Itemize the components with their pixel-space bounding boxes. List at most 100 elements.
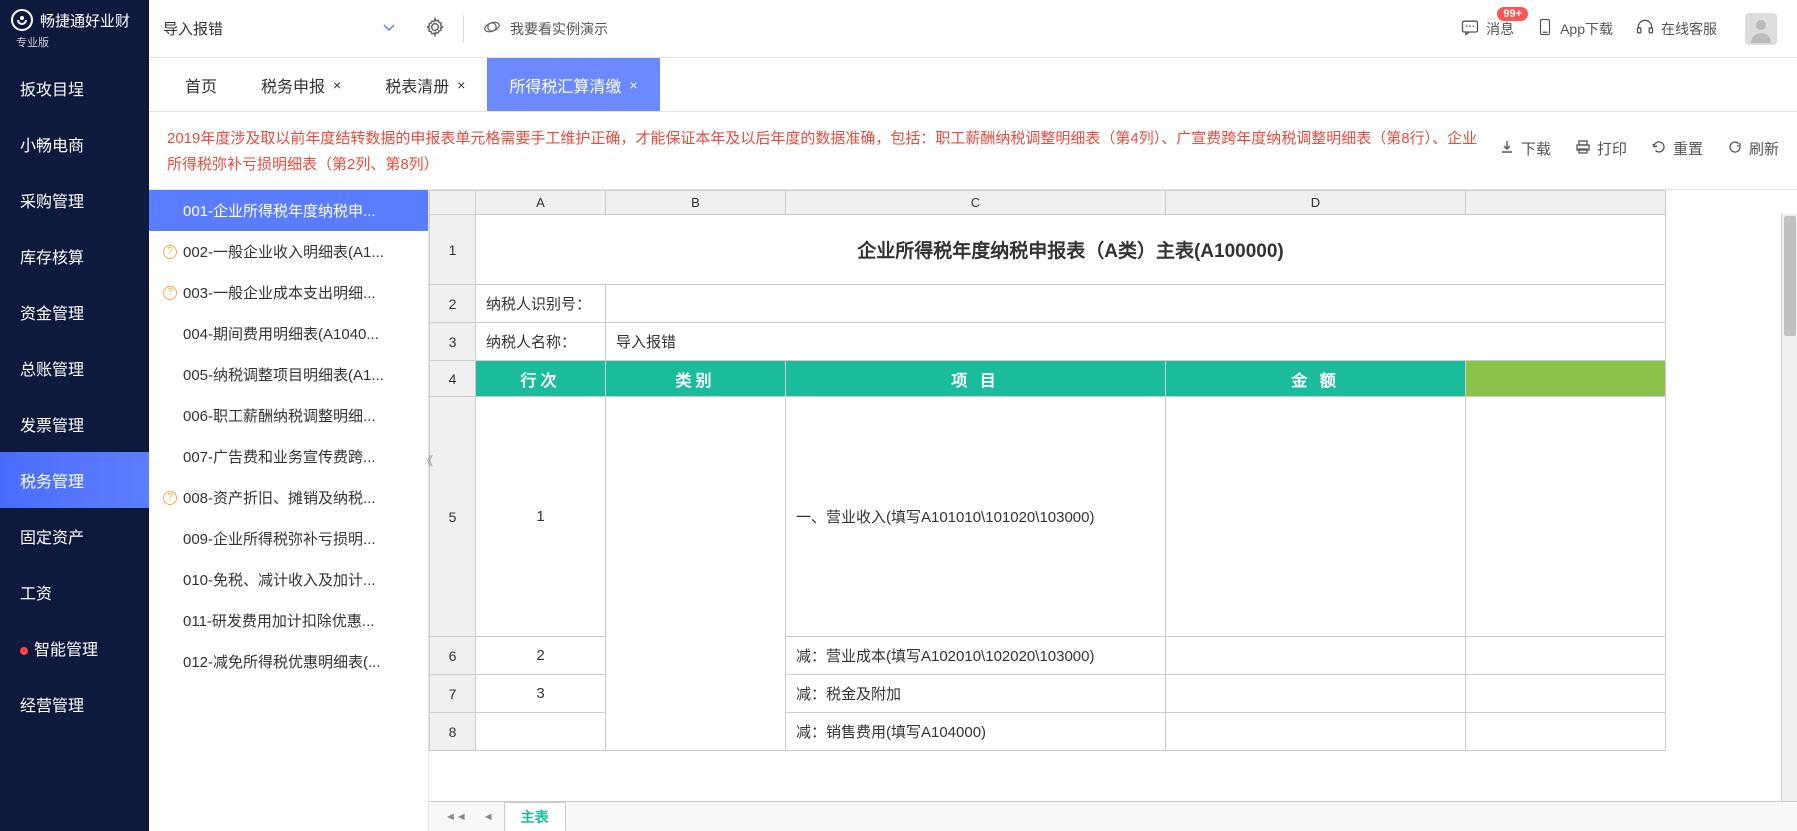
edition-label: 专业版 xyxy=(0,34,149,60)
cell-line-5[interactable]: 1 xyxy=(476,397,606,637)
table-header-extra[interactable] xyxy=(1466,361,1666,397)
form-list-item-7[interactable]: ?008-资产折旧、摊销及纳税... xyxy=(149,477,428,518)
sheet-title-cell[interactable]: 企业所得税年度纳税申报表（A类）主表(A100000) xyxy=(476,215,1666,285)
sidebar-item-4[interactable]: 资金管理 xyxy=(0,284,149,340)
table-header-category[interactable]: 类别 xyxy=(606,361,786,397)
form-list-item-8[interactable]: 009-企业所得税弥补亏损明... xyxy=(149,518,428,559)
form-list-item-label: 006-职工薪酬纳税调整明细... xyxy=(183,405,376,426)
table-header-item[interactable]: 项 目 xyxy=(786,361,1166,397)
cell-amount-7[interactable] xyxy=(1166,675,1466,713)
sheet-grid[interactable]: ABCD1企业所得税年度纳税申报表（A类）主表(A100000)2纳税人识别号：… xyxy=(429,190,1797,801)
cell-amount-5[interactable] xyxy=(1166,397,1466,637)
cell-taxpayer-id-label[interactable]: 纳税人识别号： xyxy=(476,285,606,323)
form-list-item-3[interactable]: 004-期间费用明细表(A1040... xyxy=(149,313,428,354)
cell-taxpayer-name-value[interactable]: 导入报错 xyxy=(606,323,1666,361)
app-download-button[interactable]: App下载 xyxy=(1536,17,1613,40)
sheet-tab-main[interactable]: 主表 xyxy=(504,802,566,831)
cell-item-8[interactable]: 减：销售费用(填写A104000) xyxy=(786,713,1166,751)
close-icon[interactable]: × xyxy=(629,77,637,93)
form-list-item-0[interactable]: 001-企业所得税年度纳税申... xyxy=(149,190,428,231)
cell-line-6[interactable]: 2 xyxy=(476,637,606,675)
row-head-5[interactable]: 5 xyxy=(430,397,476,637)
cell-item-6[interactable]: 减：营业成本(填写A102010\102020\103000) xyxy=(786,637,1166,675)
tab-3[interactable]: 所得税汇算清缴× xyxy=(487,58,659,111)
cell-amount-6[interactable] xyxy=(1166,637,1466,675)
grid-corner[interactable] xyxy=(430,191,476,215)
sidebar-item-10[interactable]: 智能管理 xyxy=(0,620,149,676)
form-list-item-6[interactable]: 007-广告费和业务宣传费跨... xyxy=(149,436,428,477)
form-list-item-11[interactable]: 012-减免所得税优惠明细表(... xyxy=(149,641,428,682)
row-head-4[interactable]: 4 xyxy=(430,361,476,397)
sidebar-item-1[interactable]: 小畅电商 xyxy=(0,116,149,172)
row-head-1[interactable]: 1 xyxy=(430,215,476,285)
top-actions: 消息 99+ App下载 在线客服 xyxy=(1460,13,1777,45)
sidebar-item-8[interactable]: 固定资产 xyxy=(0,508,149,564)
avatar[interactable] xyxy=(1745,13,1777,45)
close-icon[interactable]: × xyxy=(333,77,341,93)
sidebar-item-9[interactable]: 工资 xyxy=(0,564,149,620)
col-head-A[interactable]: A xyxy=(476,191,606,215)
reset-button[interactable]: 重置 xyxy=(1651,138,1703,159)
form-list-item-9[interactable]: 010-免税、减计收入及加计... xyxy=(149,559,428,600)
cell-amount-8[interactable] xyxy=(1166,713,1466,751)
chevron-down-icon[interactable] xyxy=(381,19,397,38)
support-button[interactable]: 在线客服 xyxy=(1635,17,1717,40)
sheet-nav-prev-icon[interactable]: ◄ xyxy=(477,809,500,825)
form-list-item-10[interactable]: 011-研发费用加计扣除优惠... xyxy=(149,600,428,641)
cell-extra-8[interactable] xyxy=(1466,713,1666,751)
row-head-6[interactable]: 6 xyxy=(430,637,476,675)
cell-extra-6[interactable] xyxy=(1466,637,1666,675)
sidebar-item-11[interactable]: 经营管理 xyxy=(0,676,149,732)
help-icon[interactable]: ? xyxy=(163,286,177,300)
sidebar-item-6[interactable]: 发票管理 xyxy=(0,396,149,452)
help-icon[interactable]: ? xyxy=(163,245,177,259)
sidebar-item-5[interactable]: 总账管理 xyxy=(0,340,149,396)
main-area: 导入报错 我要看实例演示 消息 xyxy=(149,0,1797,831)
table-header-line[interactable]: 行次 xyxy=(476,361,606,397)
message-button[interactable]: 消息 99+ xyxy=(1460,17,1514,40)
col-head-extra[interactable] xyxy=(1466,191,1666,215)
gear-icon[interactable] xyxy=(425,17,445,40)
cell-extra-7[interactable] xyxy=(1466,675,1666,713)
row-head-3[interactable]: 3 xyxy=(430,323,476,361)
tab-2[interactable]: 税表清册× xyxy=(363,58,487,111)
table-header-amount[interactable]: 金 额 xyxy=(1166,361,1466,397)
tab-1[interactable]: 税务申报× xyxy=(239,58,363,111)
cell-item-5[interactable]: 一、营业收入(填写A101010\101020\103000) xyxy=(786,397,1166,637)
close-icon[interactable]: × xyxy=(457,77,465,93)
col-head-C[interactable]: C xyxy=(786,191,1166,215)
form-list-item-4[interactable]: 005-纳税调整项目明细表(A1... xyxy=(149,354,428,395)
tab-0[interactable]: 首页 xyxy=(163,58,239,111)
cell-item-7[interactable]: 减：税金及附加 xyxy=(786,675,1166,713)
cell-extra-5[interactable] xyxy=(1466,397,1666,637)
sidebar-item-2[interactable]: 采购管理 xyxy=(0,172,149,228)
breadcrumb[interactable]: 导入报错 xyxy=(163,18,373,39)
col-head-B[interactable]: B xyxy=(606,191,786,215)
cell-category[interactable] xyxy=(606,397,786,751)
cell-line-8[interactable] xyxy=(476,713,606,751)
col-head-D[interactable]: D xyxy=(1166,191,1466,215)
print-button[interactable]: 打印 xyxy=(1575,138,1627,159)
cell-taxpayer-id-value[interactable] xyxy=(606,285,1666,323)
sidebar-item-3[interactable]: 库存核算 xyxy=(0,228,149,284)
form-list-item-5[interactable]: 006-职工薪酬纳税调整明细... xyxy=(149,395,428,436)
form-list-item-2[interactable]: ?003-一般企业成本支出明细... xyxy=(149,272,428,313)
row-head-8[interactable]: 8 xyxy=(430,713,476,751)
sidebar-item-label: 小畅电商 xyxy=(20,138,84,155)
red-dot-icon xyxy=(20,647,28,655)
refresh-button[interactable]: 刷新 xyxy=(1727,138,1779,159)
download-button[interactable]: 下载 xyxy=(1499,138,1551,159)
help-icon[interactable]: ? xyxy=(163,491,177,505)
collapse-handle-icon[interactable]: 《 xyxy=(421,452,433,469)
sidebar-item-0[interactable]: 扳攻目埕 xyxy=(0,60,149,116)
row-head-7[interactable]: 7 xyxy=(430,675,476,713)
row-head-2[interactable]: 2 xyxy=(430,285,476,323)
demo-link[interactable]: 我要看实例演示 xyxy=(482,17,608,40)
scrollbar-vertical[interactable] xyxy=(1781,214,1797,801)
form-list-item-1[interactable]: ?002-一般企业收入明细表(A1... xyxy=(149,231,428,272)
cell-line-7[interactable]: 3 xyxy=(476,675,606,713)
sheet-nav-first-icon[interactable]: ◄◄ xyxy=(439,809,473,825)
cell-taxpayer-name-label[interactable]: 纳税人名称： xyxy=(476,323,606,361)
sidebar-item-label: 采购管理 xyxy=(20,194,84,211)
sidebar-item-7[interactable]: 税务管理 xyxy=(0,452,149,508)
